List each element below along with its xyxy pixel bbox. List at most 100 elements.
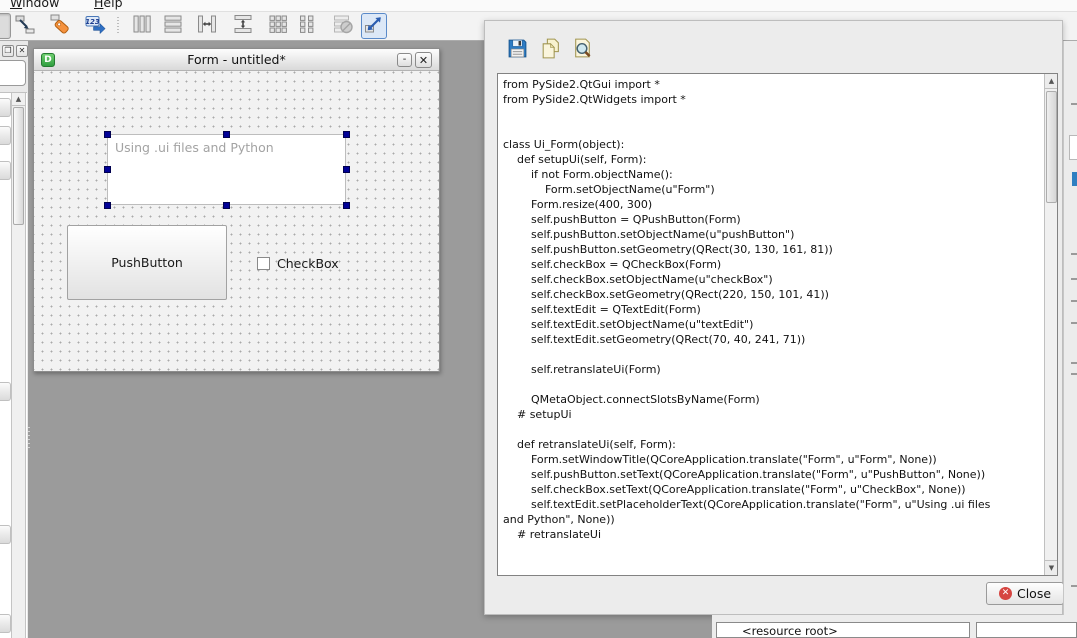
resource-browser-dock: <resource root> <box>712 615 1077 638</box>
code-line: # retranslateUi <box>503 527 1042 542</box>
widget-category-item[interactable] <box>0 525 11 544</box>
break-layout-button <box>330 13 356 39</box>
code-line: def setupUi(self, Form): <box>503 152 1042 167</box>
code-line: def retranslateUi(self, Form): <box>503 437 1042 452</box>
vertical-splitter-icon <box>232 13 254 39</box>
layout-form-button[interactable] <box>294 13 320 39</box>
signals-slots-icon <box>14 13 36 39</box>
edit-tab-order-button[interactable]: 123 <box>82 13 108 39</box>
horizontal-splitter-icon <box>196 13 218 39</box>
edit-signals-slots-button[interactable] <box>12 13 38 39</box>
svg-text:123: 123 <box>85 18 100 26</box>
code-line <box>503 107 1042 122</box>
dock-splitter-handle[interactable] <box>28 427 30 449</box>
textedit-placeholder: Using .ui files and Python <box>115 140 274 155</box>
selection-handle[interactable] <box>343 202 350 209</box>
code-scrollbar[interactable]: ▲ ▼ <box>1044 74 1057 575</box>
adjust-size-button[interactable] <box>361 13 387 39</box>
selection-handle[interactable] <box>223 202 230 209</box>
scroll-up-arrow-icon[interactable]: ▲ <box>12 93 25 106</box>
row-edge-mark <box>1071 585 1077 587</box>
code-line: self.pushButton.setObjectName(u"pushButt… <box>503 227 1042 242</box>
code-line: self.checkBox.setText(QCoreApplication.t… <box>503 482 1042 497</box>
widget-box-scrollbar[interactable]: ▲ <box>11 93 26 638</box>
code-line: self.checkBox.setGeometry(QRect(220, 150… <box>503 287 1042 302</box>
scroll-up-arrow-icon[interactable]: ▲ <box>1045 74 1058 89</box>
resource-root-item[interactable]: <resource root> <box>742 624 838 638</box>
pushbutton-widget[interactable]: PushButton <box>67 225 227 300</box>
code-line: self.textEdit = QTextEdit(Form) <box>503 302 1042 317</box>
close-button-label: Close <box>1017 586 1051 601</box>
resource-tree-panel[interactable]: <resource root> <box>716 622 970 638</box>
widget-box-list[interactable]: ▲ <box>0 92 27 638</box>
row-edge-mark <box>1071 103 1077 105</box>
selection-handle[interactable] <box>343 131 350 138</box>
layout-vertical-splitter-button[interactable] <box>230 13 256 39</box>
resource-list-panel[interactable] <box>976 622 1077 638</box>
checkbox-label[interactable]: CheckBox <box>277 256 339 271</box>
row-edge-mark <box>1071 278 1077 280</box>
code-line: if not Form.objectName(): <box>503 167 1042 182</box>
scrollbar-thumb[interactable] <box>1046 91 1057 203</box>
textedit-widget[interactable]: Using .ui files and Python <box>107 134 346 205</box>
widget-category-item[interactable] <box>0 614 11 633</box>
selection-handle[interactable] <box>343 166 350 173</box>
code-line: from PySide2.QtWidgets import * <box>503 92 1042 107</box>
menu-bar: Window Help <box>0 0 1077 12</box>
selection-handle[interactable] <box>104 202 111 209</box>
layout-grid-button[interactable] <box>265 13 291 39</box>
minimize-button[interactable]: - <box>397 53 412 67</box>
code-line: self.textEdit.setObjectName(u"textEdit") <box>503 317 1042 332</box>
widget-category-item[interactable] <box>0 98 11 117</box>
row-edge-mark <box>1071 373 1077 375</box>
find-button[interactable] <box>569 37 595 63</box>
form-canvas[interactable]: Using .ui files and Python PushButton Ch… <box>34 71 439 371</box>
selection-handle[interactable] <box>104 131 111 138</box>
adjust-size-icon <box>363 13 385 39</box>
row-edge-mark <box>1071 253 1077 255</box>
edit-buddies-button[interactable] <box>47 13 73 39</box>
find-icon <box>571 37 594 64</box>
close-circle-icon: ✕ <box>999 587 1012 600</box>
break-layout-icon <box>332 13 354 39</box>
selection-handle[interactable] <box>223 131 230 138</box>
buddy-tag-icon <box>49 13 71 39</box>
form-window-title: Form - untitled* <box>34 52 439 67</box>
code-line: self.pushButton.setText(QCoreApplication… <box>503 467 1042 482</box>
edit-widgets-button[interactable] <box>0 13 11 39</box>
code-line: # setupUi <box>503 407 1042 422</box>
form-window-titlebar[interactable]: D Form - untitled* - ✕ <box>34 49 439 71</box>
scroll-down-arrow-icon[interactable]: ▼ <box>1045 560 1058 575</box>
layout-horizontal-icon <box>131 13 153 39</box>
property-editor-edge <box>1063 41 1077 638</box>
code-text: from PySide2.QtGui import *from PySide2.… <box>498 74 1044 575</box>
row-edge-mark <box>1071 322 1077 324</box>
widget-category-item[interactable] <box>0 382 11 401</box>
widget-category-item[interactable] <box>0 126 11 145</box>
layout-vertically-button[interactable] <box>160 13 186 39</box>
code-view[interactable]: from PySide2.QtGui import *from PySide2.… <box>497 73 1058 576</box>
close-dialog-button[interactable]: ✕ Close <box>986 582 1064 605</box>
selection-handle[interactable] <box>104 166 111 173</box>
close-window-button[interactable]: ✕ <box>415 52 432 68</box>
dock-float-button[interactable]: ❐ <box>2 45 14 57</box>
python-code-dialog: from PySide2.QtGui import *from PySide2.… <box>484 20 1063 615</box>
scrollbar-thumb[interactable] <box>13 107 24 225</box>
widget-filter-input[interactable] <box>0 60 26 86</box>
checkbox-indicator[interactable] <box>257 257 270 270</box>
copy-icon <box>539 37 562 64</box>
menu-window[interactable]: Window <box>10 0 59 10</box>
code-line <box>503 422 1042 437</box>
widget-category-item[interactable] <box>0 161 11 180</box>
dock-close-button[interactable]: ✕ <box>16 45 28 57</box>
code-line <box>503 122 1042 137</box>
copy-button[interactable] <box>537 37 563 63</box>
edit-widgets-icon <box>0 13 9 39</box>
save-button[interactable] <box>504 37 530 63</box>
code-line: Form.setWindowTitle(QCoreApplication.tra… <box>503 452 1042 467</box>
layout-horizontally-button[interactable] <box>129 13 155 39</box>
layout-horizontal-splitter-button[interactable] <box>194 13 220 39</box>
menu-help[interactable]: Help <box>94 0 123 10</box>
tab-order-icon: 123 <box>84 13 106 39</box>
code-line: and Python", None)) <box>503 512 1042 527</box>
